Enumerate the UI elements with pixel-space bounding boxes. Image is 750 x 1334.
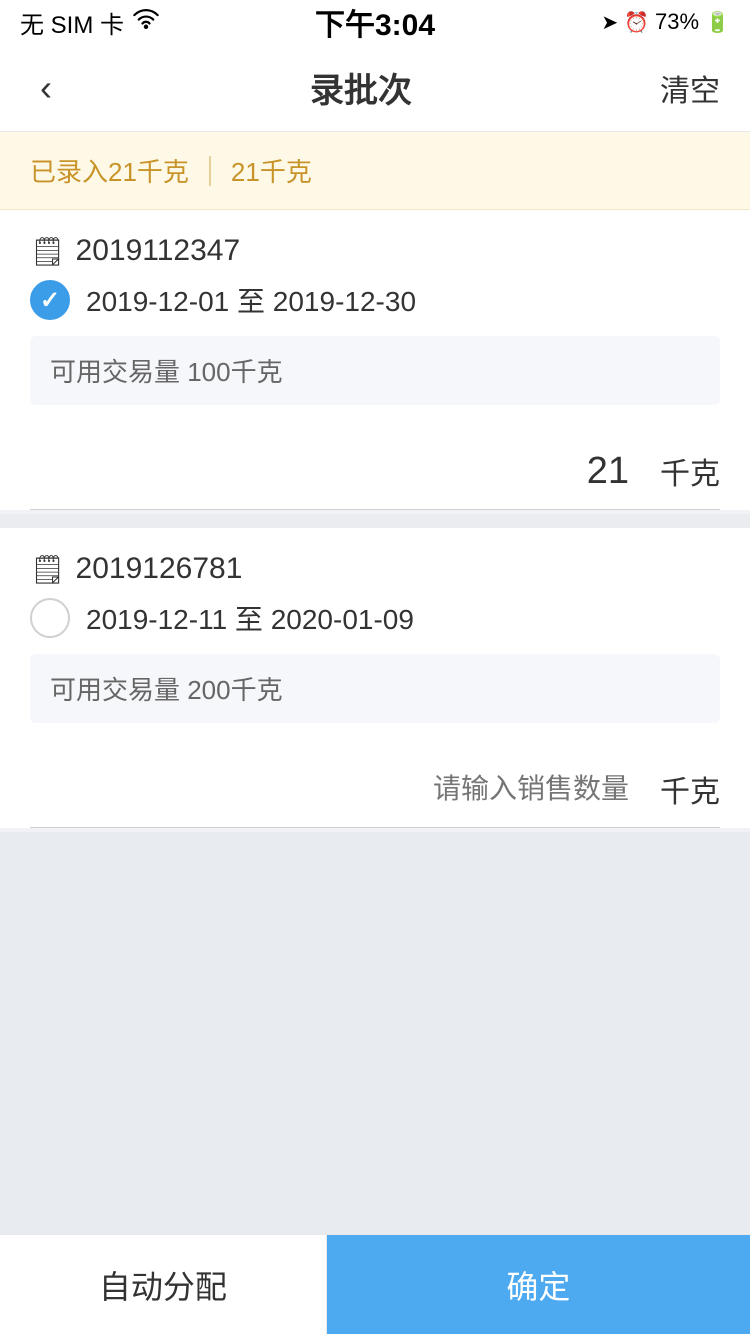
batch-1-item: 🗒 2019112347 2019-12-01 至 2019-12-30 可用交… [0, 210, 750, 429]
batch-1-quantity-row: 千克 [0, 429, 750, 509]
status-left: 无 SIM 卡 [20, 5, 160, 40]
battery-icon: 🔋 [705, 10, 730, 35]
grey-fill-area [0, 832, 750, 1234]
battery-label: 73% [655, 9, 699, 35]
batch-2-unit: 千克 [660, 767, 720, 811]
carrier-label: 无 SIM 卡 [20, 5, 124, 40]
batch-2-id: 2019126781 [76, 552, 243, 586]
batch-2-quantity-input[interactable] [30, 773, 644, 805]
wifi-icon [132, 8, 160, 36]
auto-distribute-button[interactable]: 自动分配 [0, 1235, 327, 1334]
status-bar: 无 SIM 卡 下午3:04 ➤ ⏰ 73% 🔋 [0, 0, 750, 44]
batch-2-radio[interactable] [30, 598, 70, 638]
clear-button[interactable]: 清空 [660, 66, 720, 110]
batch-2-date-row: 2019-12-11 至 2020-01-09 [30, 598, 720, 638]
batch-1-header: 🗒 2019112347 [30, 234, 720, 268]
status-right: ➤ ⏰ 73% 🔋 [601, 9, 730, 35]
batch-2-quantity-row: 千克 [0, 747, 750, 827]
batch-2-date: 2019-12-11 至 2020-01-09 [86, 598, 414, 638]
batch-1-unit: 千克 [660, 449, 720, 493]
batch-2-item: 🗒 2019126781 2019-12-11 至 2020-01-09 可用交… [0, 528, 750, 747]
nav-bar: ‹ 录批次 清空 [0, 44, 750, 132]
alarm-icon: ⏰ [624, 10, 649, 35]
info-banner: 已录入21千克 21千克 [0, 132, 750, 210]
bottom-bar: 自动分配 确定 [0, 1234, 750, 1334]
batch-1-underline [30, 509, 720, 510]
back-button[interactable]: ‹ [30, 57, 62, 119]
page-title: 录批次 [310, 63, 412, 112]
batch-1-radio[interactable] [30, 280, 70, 320]
confirm-button[interactable]: 确定 [327, 1235, 750, 1334]
location-icon: ➤ [601, 10, 618, 35]
banner-divider [209, 156, 211, 186]
batch-1-doc-icon: 🗒 [30, 235, 66, 268]
batch-1-quantity-input[interactable] [544, 450, 644, 493]
batch-2-card: 🗒 2019126781 2019-12-11 至 2020-01-09 可用交… [0, 528, 750, 828]
batch-2-underline [30, 827, 720, 828]
recorded-value: 21千克 [231, 152, 312, 189]
batch-2-header: 🗒 2019126781 [30, 552, 720, 586]
status-time: 下午3:04 [315, 0, 435, 44]
batch-2-available: 可用交易量 200千克 [30, 654, 720, 723]
batch-1-date-row: 2019-12-01 至 2019-12-30 [30, 280, 720, 320]
batch-1-id: 2019112347 [76, 234, 241, 268]
section-divider [0, 514, 750, 528]
batch-2-doc-icon: 🗒 [30, 553, 66, 586]
main-content: 已录入21千克 21千克 🗒 2019112347 2019-12-01 至 2… [0, 132, 750, 1234]
recorded-label: 已录入21千克 [30, 152, 189, 189]
batch-1-available: 可用交易量 100千克 [30, 336, 720, 405]
batch-1-date: 2019-12-01 至 2019-12-30 [86, 280, 416, 320]
batch-1-card: 🗒 2019112347 2019-12-01 至 2019-12-30 可用交… [0, 210, 750, 510]
